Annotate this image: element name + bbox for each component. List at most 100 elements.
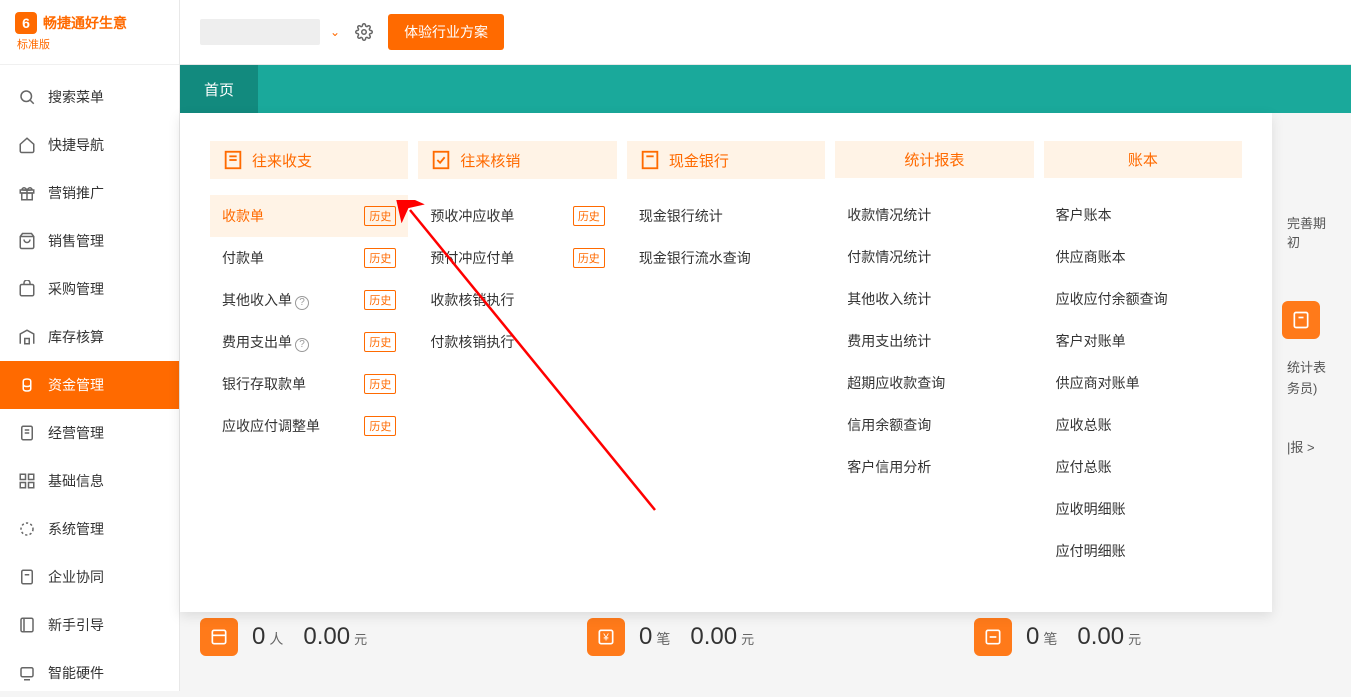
mega-item-label: 费用支出单? xyxy=(222,332,309,352)
mega-item-credit-balance[interactable]: 信用余额查询 xyxy=(835,404,1033,446)
sidebar-item-label: 企业协同 xyxy=(48,567,104,587)
mega-item-ap-ledger[interactable]: 应付总账 xyxy=(1044,446,1242,488)
mega-item-label: 现金银行统计 xyxy=(639,206,723,226)
mega-item-supplier-ledger[interactable]: 供应商账本 xyxy=(1044,236,1242,278)
mega-item-label: 客户对账单 xyxy=(1056,331,1126,351)
history-tag[interactable]: 历史 xyxy=(573,248,605,268)
mega-column-verification: 往来核销 预收冲应收单 历史 预付冲应付单 历史 收款核销执行 付款核销执行 xyxy=(418,141,616,572)
sidebar-item-search[interactable]: 搜索菜单 xyxy=(0,73,179,121)
tab-home[interactable]: 首页 xyxy=(180,65,258,113)
grid-icon xyxy=(18,472,36,490)
sidebar-item-label: 经营管理 xyxy=(48,423,104,443)
history-tag[interactable]: 历史 xyxy=(364,332,396,352)
sidebar-item-system[interactable]: 系统管理 xyxy=(0,505,179,553)
settings-button[interactable] xyxy=(350,18,378,46)
mega-item-label: 应付总账 xyxy=(1056,457,1112,477)
history-tag[interactable]: 历史 xyxy=(364,374,396,394)
sidebar-item-guide[interactable]: 新手引导 xyxy=(0,601,179,649)
trial-button[interactable]: 体验行业方案 xyxy=(388,14,504,50)
mega-item-label: 应收应付余额查询 xyxy=(1056,289,1168,309)
stat-unit: 笔 xyxy=(656,629,670,649)
brand-edition: 标准版 xyxy=(17,36,164,52)
warehouse-icon xyxy=(18,328,36,346)
mega-heading-label: 现金银行 xyxy=(669,150,729,171)
history-tag[interactable]: 历史 xyxy=(364,290,396,310)
mega-column-cash-bank: 现金银行 现金银行统计 现金银行流水查询 xyxy=(627,141,825,572)
sidebar-item-label: 资金管理 xyxy=(48,375,104,395)
stat-icon-1 xyxy=(200,618,238,656)
stat-count: 0 xyxy=(1026,623,1039,651)
mega-item-payment[interactable]: 付款单 历史 xyxy=(210,237,408,279)
mega-item-label: 其他收入统计 xyxy=(847,289,931,309)
stat-value: 0.00 xyxy=(1077,623,1124,651)
mega-item-ar-detail[interactable]: 应收明细账 xyxy=(1044,488,1242,530)
stat-customers: 0 人 0.00 元 xyxy=(200,618,547,656)
mega-item-receipt[interactable]: 收款单 历史 xyxy=(210,195,408,237)
mega-item-expense-stats[interactable]: 费用支出统计 xyxy=(835,320,1033,362)
verify-icon xyxy=(430,149,452,171)
mega-item-ar-ledger[interactable]: 应收总账 xyxy=(1044,404,1242,446)
mega-heading-transactions: 往来收支 xyxy=(210,141,408,179)
mega-item-pre-payment[interactable]: 预付冲应付单 历史 xyxy=(418,237,616,279)
mega-item-receipt-verify[interactable]: 收款核销执行 xyxy=(418,279,616,321)
mega-item-other-income[interactable]: 其他收入单? 历史 xyxy=(210,279,408,321)
mega-item-expense[interactable]: 费用支出单? 历史 xyxy=(210,321,408,363)
history-tag[interactable]: 历史 xyxy=(364,248,396,268)
mega-item-label: 付款核销执行 xyxy=(430,332,514,352)
sidebar-item-basic[interactable]: 基础信息 xyxy=(0,457,179,505)
mega-item-supplier-statement[interactable]: 供应商对账单 xyxy=(1044,362,1242,404)
sidebar-item-inventory[interactable]: 库存核算 xyxy=(0,313,179,361)
company-selector[interactable] xyxy=(200,19,320,45)
mega-heading-label: 账本 xyxy=(1128,149,1158,170)
shopping-icon xyxy=(18,280,36,298)
receipt-icon xyxy=(222,149,244,171)
link-report[interactable]: |报 > xyxy=(1272,427,1351,466)
help-icon[interactable]: ? xyxy=(295,338,309,352)
sidebar-item-funds[interactable]: 资金管理 xyxy=(0,361,179,409)
mega-item-overdue-query[interactable]: 超期应收款查询 xyxy=(835,362,1033,404)
report-icon-box[interactable] xyxy=(1282,301,1320,339)
mega-item-label: 供应商对账单 xyxy=(1056,373,1140,393)
mega-heading-label: 往来核销 xyxy=(460,150,520,171)
mega-item-label: 超期应收款查询 xyxy=(847,373,945,393)
brand-name: 畅捷通好生意 xyxy=(43,13,127,33)
mega-column-transactions: 往来收支 收款单 历史 付款单 历史 其他收入单? 历史 费用支出单? 历史 银… xyxy=(210,141,408,572)
mega-item-payment-verify[interactable]: 付款核销执行 xyxy=(418,321,616,363)
mega-item-pre-receipt[interactable]: 预收冲应收单 历史 xyxy=(418,195,616,237)
mega-item-label: 应收应付调整单 xyxy=(222,416,320,436)
mega-item-label: 应付明细账 xyxy=(1056,541,1126,561)
mega-item-ap-detail[interactable]: 应付明细账 xyxy=(1044,530,1242,572)
sidebar-item-hardware[interactable]: 智能硬件 xyxy=(0,649,179,697)
mega-item-income-stats[interactable]: 其他收入统计 xyxy=(835,278,1033,320)
history-tag[interactable]: 历史 xyxy=(364,416,396,436)
sidebar-item-sales[interactable]: 销售管理 xyxy=(0,217,179,265)
mega-item-bank-transfer[interactable]: 银行存取款单 历史 xyxy=(210,363,408,405)
bottom-stats: 0 人 0.00 元 ¥ 0 笔 0.00 元 0 笔 0.00 元 xyxy=(200,618,1321,656)
sidebar-item-quicknav[interactable]: 快捷导航 xyxy=(0,121,179,169)
stat-value-unit: 元 xyxy=(354,629,367,648)
stat-value-unit: 元 xyxy=(1128,629,1141,648)
sidebar-item-business[interactable]: 经营管理 xyxy=(0,409,179,457)
help-icon[interactable]: ? xyxy=(295,296,309,310)
mega-item-cash-stats[interactable]: 现金银行统计 xyxy=(627,195,825,237)
mega-item-adjustment[interactable]: 应收应付调整单 历史 xyxy=(210,405,408,447)
history-tag[interactable]: 历史 xyxy=(364,206,396,226)
link-initial-balance[interactable]: 完善期初 xyxy=(1272,203,1351,261)
mega-item-label: 费用支出统计 xyxy=(847,331,931,351)
sidebar-item-purchase[interactable]: 采购管理 xyxy=(0,265,179,313)
mega-item-label: 信用余额查询 xyxy=(847,415,931,435)
sidebar-item-marketing[interactable]: 营销推广 xyxy=(0,169,179,217)
chevron-down-icon[interactable]: ⌄ xyxy=(330,25,340,39)
mega-item-label: 供应商账本 xyxy=(1056,247,1126,267)
mega-item-balance-query[interactable]: 应收应付余额查询 xyxy=(1044,278,1242,320)
mega-item-credit-analysis[interactable]: 客户信用分析 xyxy=(835,446,1033,488)
sidebar-item-enterprise[interactable]: 企业协同 xyxy=(0,553,179,601)
mega-item-customer-ledger[interactable]: 客户账本 xyxy=(1044,194,1242,236)
mega-item-payment-stats[interactable]: 付款情况统计 xyxy=(835,236,1033,278)
mega-item-customer-statement[interactable]: 客户对账单 xyxy=(1044,320,1242,362)
stat-icon-3 xyxy=(974,618,1012,656)
history-tag[interactable]: 历史 xyxy=(573,206,605,226)
mega-item-receipt-stats[interactable]: 收款情况统计 xyxy=(835,194,1033,236)
mega-item-cash-flow[interactable]: 现金银行流水查询 xyxy=(627,237,825,279)
mega-column-ledger: 账本 客户账本 供应商账本 应收应付余额查询 客户对账单 供应商对账单 应收总账… xyxy=(1044,141,1242,572)
